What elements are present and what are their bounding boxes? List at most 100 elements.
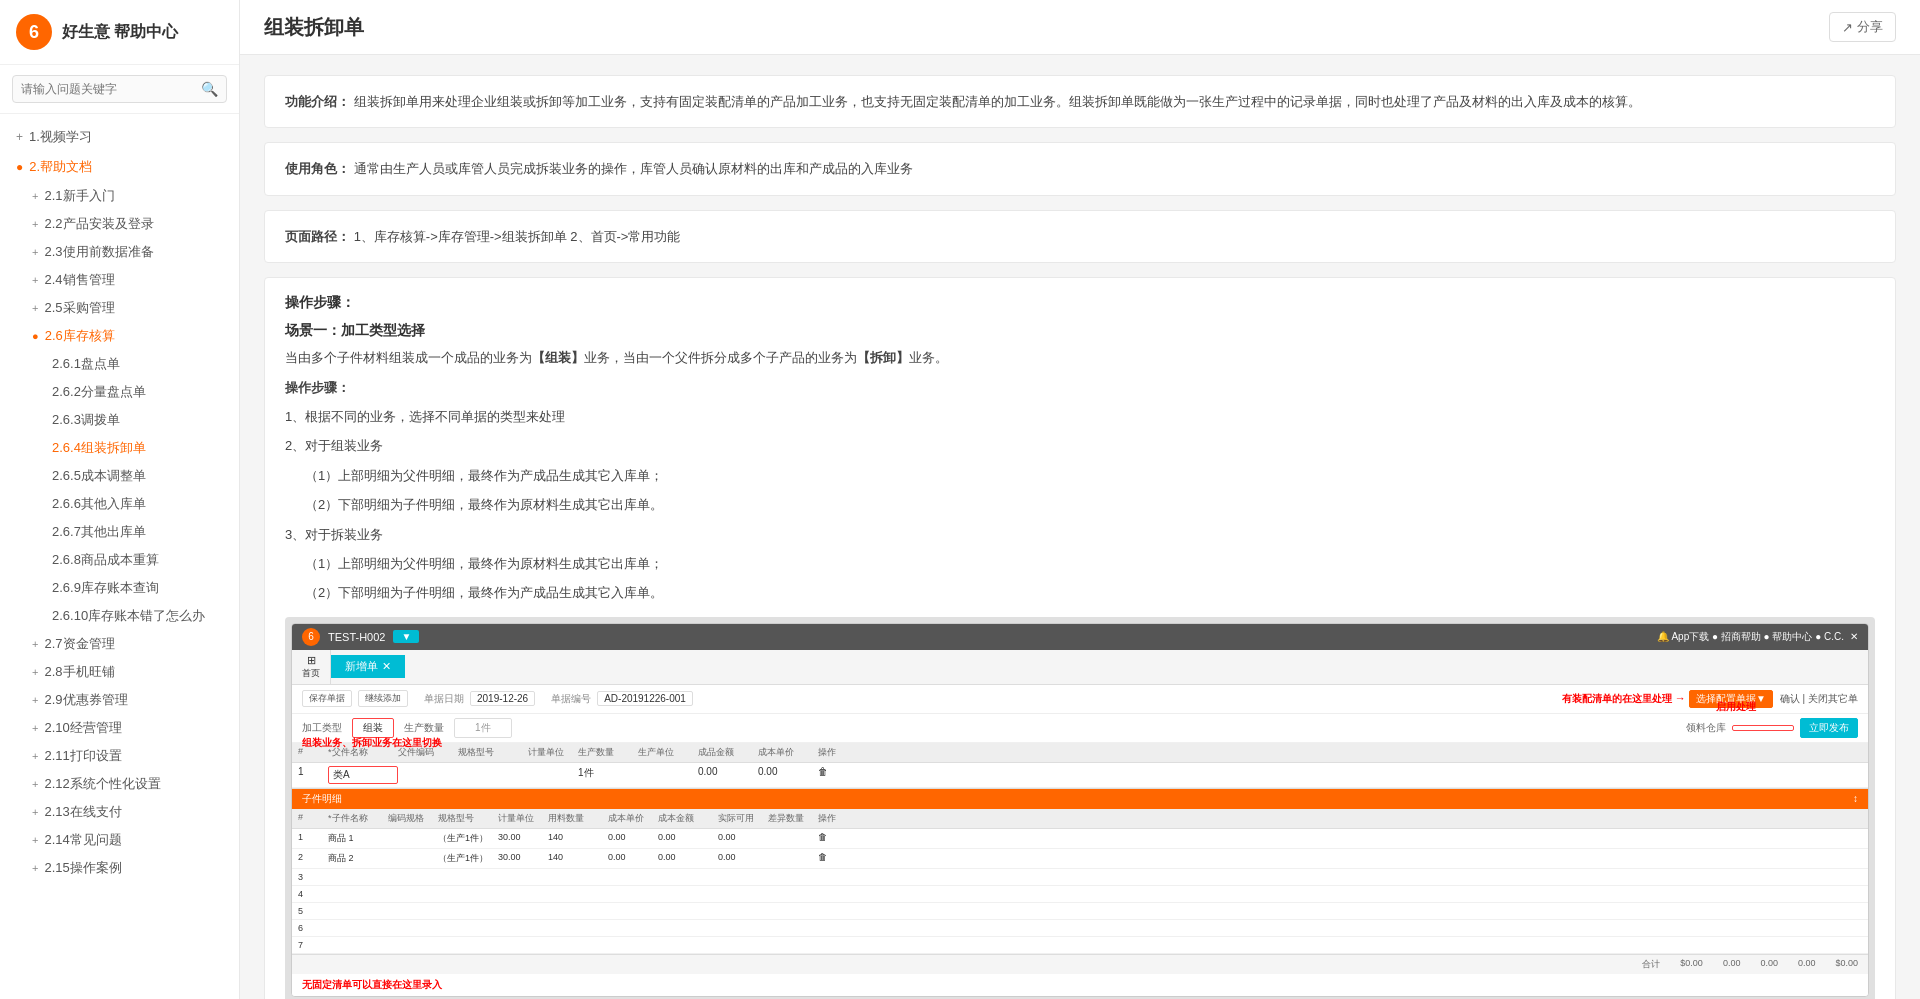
search-area: 🔍 [0,65,239,114]
logo-text: 好生意 帮助中心 [62,22,178,43]
sidebar-item-docs-21[interactable]: + 2.1新手入门 [0,182,239,210]
top-bar: 组装拆卸单 ↗ 分享 [240,0,1920,55]
app-header-left: 6 TEST-H002 ▼ [302,628,419,646]
step2-2: （2）下部明细为子件明细，最终作为原材料生成其它出库单。 [305,493,1875,516]
sidebar-item-docs-261[interactable]: 2.6.1盘点单 [0,350,239,378]
annotation4-label: 无固定清单可以直接在这里录入 [302,979,442,990]
step3: 3、对于拆装业务 [285,523,1875,546]
zuozhuang-bold: 【组装】 [532,350,584,365]
parent-item-input[interactable]: 类A [328,766,398,784]
sidebar-item-docs-28[interactable]: + 2.8手机旺铺 [0,658,239,686]
sidebar: 6 好生意 帮助中心 🔍 + 1.视频学习 ● 2.帮助文档 + 2.1新手入门… [0,0,240,999]
warehouse-input[interactable] [1732,725,1794,731]
search-input[interactable] [21,82,201,96]
sidebar-item-docs-26[interactable]: ● 2.6库存核算 [0,322,239,350]
top-table-row1: 1 类A 1件 0.00 0.00 🗑 [292,763,1868,788]
sidebar-item-video[interactable]: + 1.视频学习 [0,122,239,152]
path-label: 页面路径： [285,229,350,244]
app-secondary-nav: ⊞ 首页 新增单 ✕ [292,650,1868,685]
sidebar-item-docs-210[interactable]: + 2.10经营管理 [0,714,239,742]
bottom-table-row6: 6 [292,920,1868,937]
content-area: 功能介绍： 组装拆卸单用来处理企业组装或拆卸等加工业务，支持有固定装配清单的产品… [240,55,1920,999]
role-box: 使用角色： 通常由生产人员或库管人员完成拆装业务的操作，库管人员确认原材料的出库… [264,142,1896,195]
sidebar-item-docs-22[interactable]: + 2.2产品安装及登录 [0,210,239,238]
scenario1-title: 场景一：加工类型选择 [285,322,1875,340]
sidebar-item-docs-2610[interactable]: 2.6.10库存账本错了怎么办 [0,602,239,630]
sidebar-item-docs-267[interactable]: 2.6.7其他出库单 [0,518,239,546]
step1: 1、根据不同的业务，选择不同单据的类型来处理 [285,405,1875,428]
billno-label: 单据编号 [551,692,591,706]
bottom-section-bar: 子件明细 ↕ [292,789,1868,809]
minus-icon: ● [16,160,23,174]
role-label: 使用角色： [285,161,350,176]
feature-intro-text: 组装拆卸单用来处理企业组装或拆卸等加工业务，支持有固定装配清单的产品加工业务，也… [354,94,1641,109]
search-icon[interactable]: 🔍 [201,81,218,97]
date-value: 2019-12-26 [470,691,535,706]
bottom-table-row4: 4 [292,886,1868,903]
role-text: 通常由生产人员或库管人员完成拆装业务的操作，库管人员确认原材料的出库和产成品的入… [354,161,913,176]
sidebar-item-docs-211[interactable]: + 2.11打印设置 [0,742,239,770]
sidebar-item-docs-215[interactable]: + 2.15操作案例 [0,854,239,882]
search-box[interactable]: 🔍 [12,75,227,103]
annotation3-area: 领料仓库 立即发布 启用处理 [1686,718,1858,738]
quantity-value[interactable]: 1件 [454,718,512,738]
bottom-table-row1: 1 商品 1 （生产1件） 30.00 140 0.00 0.00 0.00 🗑 [292,829,1868,849]
step3-1: （1）上部明细为父件明细，最终作为原材料生成其它出库单； [305,552,1875,575]
sidebar-item-docs-25[interactable]: + 2.5采购管理 [0,294,239,322]
nav-active-tab[interactable]: 新增单 ✕ [331,655,405,678]
scenario1-desc: 当由多个子件材料组装成一个成品的业务为【组装】业务，当由一个父件拆分成多个子产品… [285,346,1875,369]
quantity-label: 生产数量 [404,721,444,735]
step3-2: （2）下部明细为子件明细，最终作为产成品生成其它入库单。 [305,581,1875,604]
btn-confirm[interactable]: 确认 | 关闭其它单 [1780,693,1858,704]
sidebar-item-docs-213[interactable]: + 2.13在线支付 [0,798,239,826]
nav-tab-label: 新增单 [345,659,378,674]
plus-icon: + [16,130,23,144]
app-close-btn[interactable]: ✕ [1850,631,1858,642]
billno-value: AD-20191226-001 [597,691,693,706]
main-content: 组装拆卸单 ↗ 分享 功能介绍： 组装拆卸单用来处理企业组装或拆卸等加工业务，支… [240,0,1920,999]
app-header: 6 TEST-H002 ▼ 🔔 App下载 ● 招商帮助 ● 帮助中心 ● C.… [292,624,1868,650]
type-label: 加工类型 [302,721,342,735]
step2: 2、对于组装业务 [285,434,1875,457]
sidebar-item-docs-27[interactable]: + 2.7资金管理 [0,630,239,658]
sidebar-item-docs-29[interactable]: + 2.9优惠券管理 [0,686,239,714]
type-value[interactable]: 组装 [352,718,394,738]
sidebar-item-docs-263[interactable]: 2.6.3调拨单 [0,406,239,434]
feature-intro-box: 功能介绍： 组装拆卸单用来处理企业组装或拆卸等加工业务，支持有固定装配清单的产品… [264,75,1896,128]
sidebar-item-docs-268[interactable]: 2.6.8商品成本重算 [0,546,239,574]
step2-1: （1）上部明细为父件明细，最终作为产成品生成其它入库单； [305,464,1875,487]
app-logo-icon: 6 [302,628,320,646]
btn-add[interactable]: 继续添加 [358,690,408,707]
app-tab: ▼ [393,630,419,643]
chaiqian-bold: 【拆卸】 [857,350,909,365]
bottom-table-row3: 3 [292,869,1868,886]
btn-save[interactable]: 保存单据 [302,690,352,707]
nav-home[interactable]: ⊞ 首页 [292,650,331,684]
logo-icon: 6 [16,14,52,50]
sidebar-item-docs-269[interactable]: 2.6.9库存账本查询 [0,574,239,602]
sidebar-item-docs[interactable]: ● 2.帮助文档 [0,152,239,182]
sidebar-item-docs-23[interactable]: + 2.3使用前数据准备 [0,238,239,266]
btn-apply[interactable]: 立即发布 [1800,718,1858,738]
share-button[interactable]: ↗ 分享 [1829,12,1896,42]
sidebar-item-docs-24[interactable]: + 2.4销售管理 [0,266,239,294]
feature-intro-label: 功能介绍： [285,94,350,109]
sidebar-item-docs-265[interactable]: 2.6.5成本调整单 [0,462,239,490]
annotation1-label: 有装配清单的在这里处理 [1562,693,1672,704]
sidebar-item-docs-264[interactable]: 2.6.4组装拆卸单 [0,434,239,462]
sidebar-item-docs-266[interactable]: 2.6.6其他入库单 [0,490,239,518]
steps-subtitle: 操作步骤： [285,376,1875,399]
nav-tree: + 1.视频学习 ● 2.帮助文档 + 2.1新手入门 + 2.2产品安装及登录… [0,114,239,999]
app-header-right: 🔔 App下载 ● 招商帮助 ● 帮助中心 ● C.C. ✕ [1657,630,1858,644]
logo-area: 6 好生意 帮助中心 [0,0,239,65]
sidebar-item-docs-212[interactable]: + 2.12系统个性化设置 [0,770,239,798]
top-table: # *父件名称 父件编码 规格型号 计量单位 生产数量 生产单位 成品金额 成本… [292,743,1868,789]
app-header-icons: 🔔 App下载 ● 招商帮助 ● 帮助中心 ● C.C. [1657,630,1844,644]
top-table-header: # *父件名称 父件编码 规格型号 计量单位 生产数量 生产单位 成品金额 成本… [292,743,1868,763]
sidebar-item-docs-262[interactable]: 2.6.2分量盘点单 [0,378,239,406]
bottom-table-row5: 5 [292,903,1868,920]
app-name: TEST-H002 [328,631,385,643]
sidebar-item-docs-214[interactable]: + 2.14常见问题 [0,826,239,854]
bottom-table-row7: 7 [292,937,1868,954]
bottom-section-title: 子件明细 [302,792,342,806]
